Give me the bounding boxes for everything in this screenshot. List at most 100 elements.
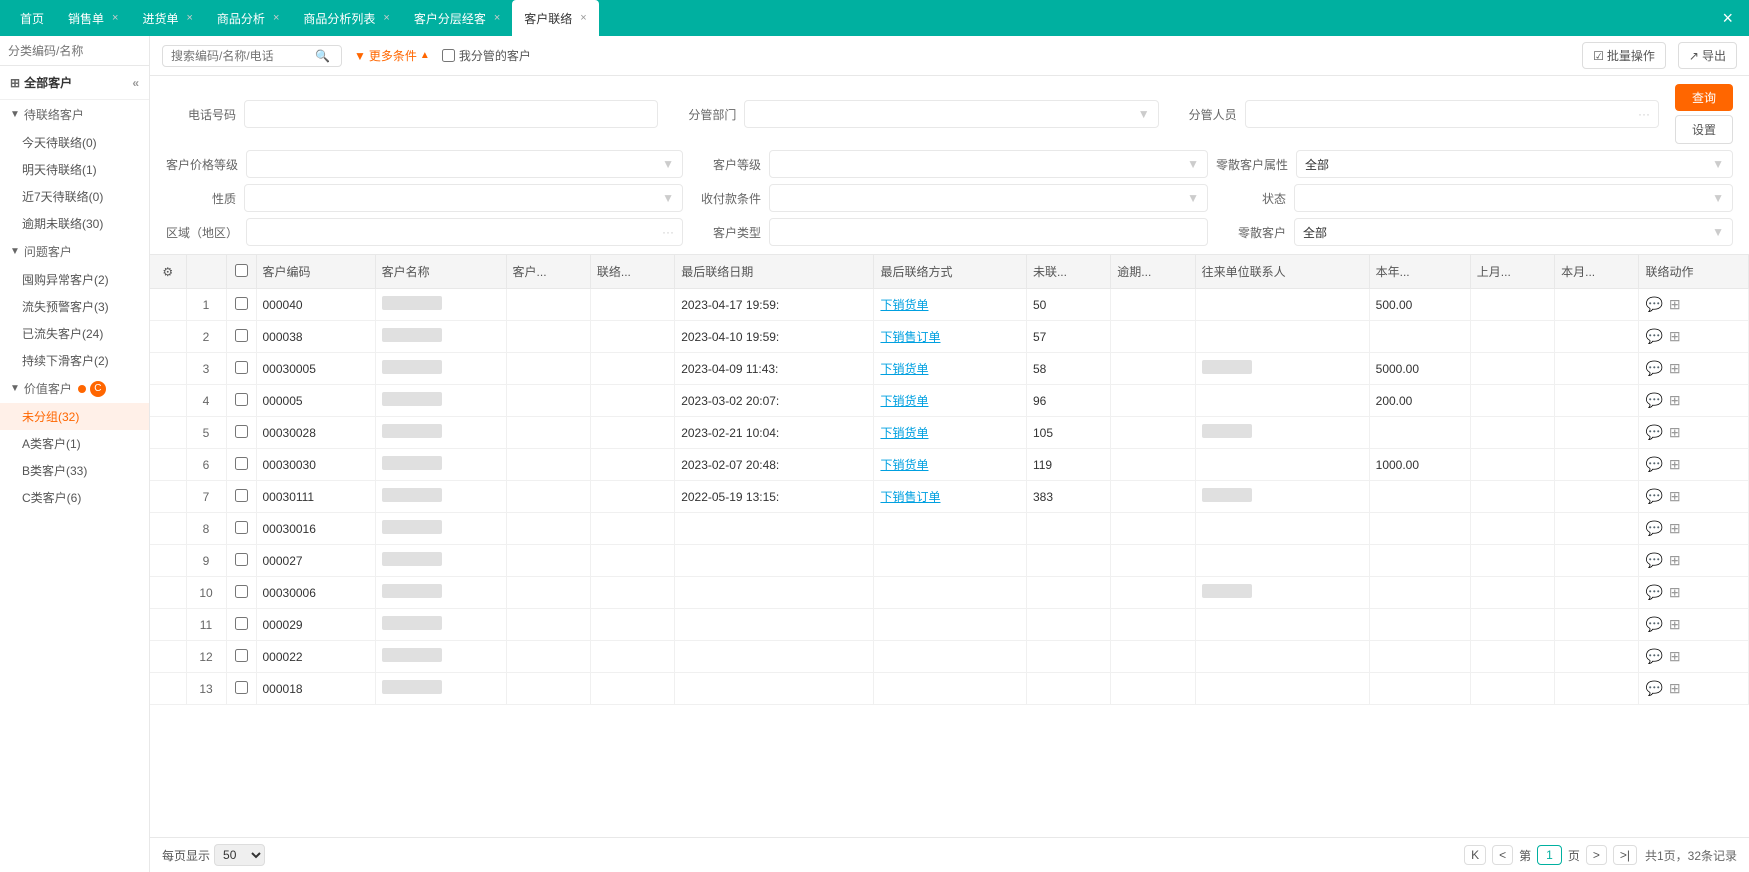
chat-icon[interactable]: 💬 [1645, 648, 1662, 665]
sidebar-item-overdue-pending[interactable]: 逾期未联络(30) [0, 210, 149, 237]
row-check[interactable] [226, 513, 256, 545]
tab-product-analysis-list[interactable]: 商品分析列表 × [291, 0, 401, 36]
first-page-button[interactable]: K [1464, 845, 1486, 865]
row-last-contact-way[interactable]: 下销货单 [874, 385, 1027, 417]
row-check[interactable] [226, 609, 256, 641]
chat-icon[interactable]: 💬 [1645, 456, 1662, 473]
chat-icon[interactable]: 💬 [1645, 392, 1662, 409]
sidebar-item-hoarding-abnormal[interactable]: 囤购异常客户(2) [0, 266, 149, 293]
row-last-contact-way[interactable] [874, 513, 1027, 545]
dept-select[interactable]: ▼ [744, 100, 1158, 128]
sidebar-item-class-a[interactable]: A类客户(1) [0, 430, 149, 457]
retail-attr-select[interactable]: 全部▼ [1296, 150, 1733, 178]
row-last-contact-way[interactable] [874, 577, 1027, 609]
row-check[interactable] [226, 481, 256, 513]
grid-action-icon[interactable]: ⊞ [1669, 392, 1681, 409]
row-action[interactable]: 💬 ⊞ [1639, 289, 1749, 321]
row-action[interactable]: 💬 ⊞ [1639, 577, 1749, 609]
row-action[interactable]: 💬 ⊞ [1639, 417, 1749, 449]
per-page-select[interactable]: 50 20 100 [214, 844, 265, 866]
status-select[interactable]: ▼ [1294, 184, 1733, 212]
batch-operation-button[interactable]: ☑ 批量操作 [1582, 42, 1666, 69]
row-action[interactable]: 💬 ⊞ [1639, 321, 1749, 353]
filter-search-input[interactable] [171, 49, 311, 63]
chat-icon[interactable]: 💬 [1645, 616, 1662, 633]
tab-customer-contact-close[interactable]: × [580, 12, 586, 24]
query-button[interactable]: 查询 [1675, 84, 1733, 111]
select-all-checkbox[interactable] [235, 264, 248, 277]
row-check[interactable] [226, 353, 256, 385]
tab-sales[interactable]: 销售单 × [56, 0, 130, 36]
next-page-button[interactable]: > [1586, 845, 1607, 865]
manager-input[interactable]: ··· [1245, 100, 1659, 128]
sidebar-item-today-pending[interactable]: 今天待联络(0) [0, 129, 149, 156]
sidebar-all-customers[interactable]: ⊞ 全部客户 « [0, 66, 149, 100]
tab-product-analysis-list-close[interactable]: × [383, 12, 389, 24]
tab-customer-contact[interactable]: 客户联络 × [512, 0, 598, 36]
th-check[interactable] [226, 255, 256, 289]
chat-icon[interactable]: 💬 [1645, 360, 1662, 377]
chat-icon[interactable]: 💬 [1645, 488, 1662, 505]
tab-purchase[interactable]: 进货单 × [130, 0, 204, 36]
grid-action-icon[interactable]: ⊞ [1669, 456, 1681, 473]
grid-action-icon[interactable]: ⊞ [1669, 552, 1681, 569]
row-check[interactable] [226, 449, 256, 481]
tab-customer-segment-close[interactable]: × [494, 12, 500, 24]
row-check[interactable] [226, 577, 256, 609]
chat-icon[interactable]: 💬 [1645, 424, 1662, 441]
row-check[interactable] [226, 385, 256, 417]
tab-sales-close[interactable]: × [112, 12, 118, 24]
phone-input[interactable] [244, 100, 658, 128]
sidebar-item-churned[interactable]: 已流失客户(24) [0, 320, 149, 347]
sidebar-group-problem[interactable]: ▼ 问题客户 [0, 237, 149, 266]
row-action[interactable]: 💬 ⊞ [1639, 385, 1749, 417]
grid-action-icon[interactable]: ⊞ [1669, 616, 1681, 633]
sidebar-item-declining[interactable]: 持续下滑客户(2) [0, 347, 149, 374]
row-last-contact-way[interactable]: 下销货单 [874, 289, 1027, 321]
row-action[interactable]: 💬 ⊞ [1639, 609, 1749, 641]
retail-customer-select[interactable]: 全部▼ [1294, 218, 1733, 246]
customer-level-select[interactable]: ▼ [769, 150, 1208, 178]
sidebar-group-pending[interactable]: ▼ 待联络客户 [0, 100, 149, 129]
row-last-contact-way[interactable]: 下销货单 [874, 449, 1027, 481]
grid-action-icon[interactable]: ⊞ [1669, 328, 1681, 345]
row-check[interactable] [226, 641, 256, 673]
row-last-contact-way[interactable]: 下销货单 [874, 353, 1027, 385]
tab-product-analysis-close[interactable]: × [273, 12, 279, 24]
row-check[interactable] [226, 673, 256, 705]
chat-icon[interactable]: 💬 [1645, 584, 1662, 601]
row-last-contact-way[interactable]: 下销售订单 [874, 321, 1027, 353]
grid-action-icon[interactable]: ⊞ [1669, 488, 1681, 505]
grid-action-icon[interactable]: ⊞ [1669, 424, 1681, 441]
row-action[interactable]: 💬 ⊞ [1639, 673, 1749, 705]
grid-action-icon[interactable]: ⊞ [1669, 296, 1681, 313]
prev-page-button[interactable]: < [1492, 845, 1513, 865]
row-last-contact-way[interactable] [874, 641, 1027, 673]
row-last-contact-way[interactable]: 下销货单 [874, 417, 1027, 449]
row-last-contact-way[interactable] [874, 673, 1027, 705]
region-input[interactable]: ··· [246, 218, 683, 246]
chat-icon[interactable]: 💬 [1645, 552, 1662, 569]
row-check[interactable] [226, 545, 256, 577]
row-action[interactable]: 💬 ⊞ [1639, 545, 1749, 577]
export-button[interactable]: ↗ 导出 [1678, 42, 1737, 69]
reset-button[interactable]: 设置 [1675, 115, 1733, 144]
row-action[interactable]: 💬 ⊞ [1639, 481, 1749, 513]
sidebar-item-week-pending[interactable]: 近7天待联络(0) [0, 183, 149, 210]
chat-icon[interactable]: 💬 [1645, 520, 1662, 537]
tab-purchase-close[interactable]: × [186, 12, 192, 24]
chat-icon[interactable]: 💬 [1645, 328, 1662, 345]
payment-select[interactable]: ▼ [769, 184, 1208, 212]
filter-search-icon[interactable]: 🔍 [315, 49, 330, 63]
tab-customer-segment[interactable]: 客户分层经客 × [402, 0, 512, 36]
nature-select[interactable]: ▼ [244, 184, 683, 212]
last-page-button[interactable]: >| [1613, 845, 1637, 865]
grid-action-icon[interactable]: ⊞ [1669, 584, 1681, 601]
my-customers-checkbox[interactable] [442, 49, 455, 62]
sidebar-item-class-c[interactable]: C类客户(6) [0, 484, 149, 511]
grid-action-icon[interactable]: ⊞ [1669, 520, 1681, 537]
row-check[interactable] [226, 289, 256, 321]
sidebar-item-class-b[interactable]: B类客户(33) [0, 457, 149, 484]
th-settings[interactable]: ⚙ [150, 255, 186, 289]
row-action[interactable]: 💬 ⊞ [1639, 353, 1749, 385]
